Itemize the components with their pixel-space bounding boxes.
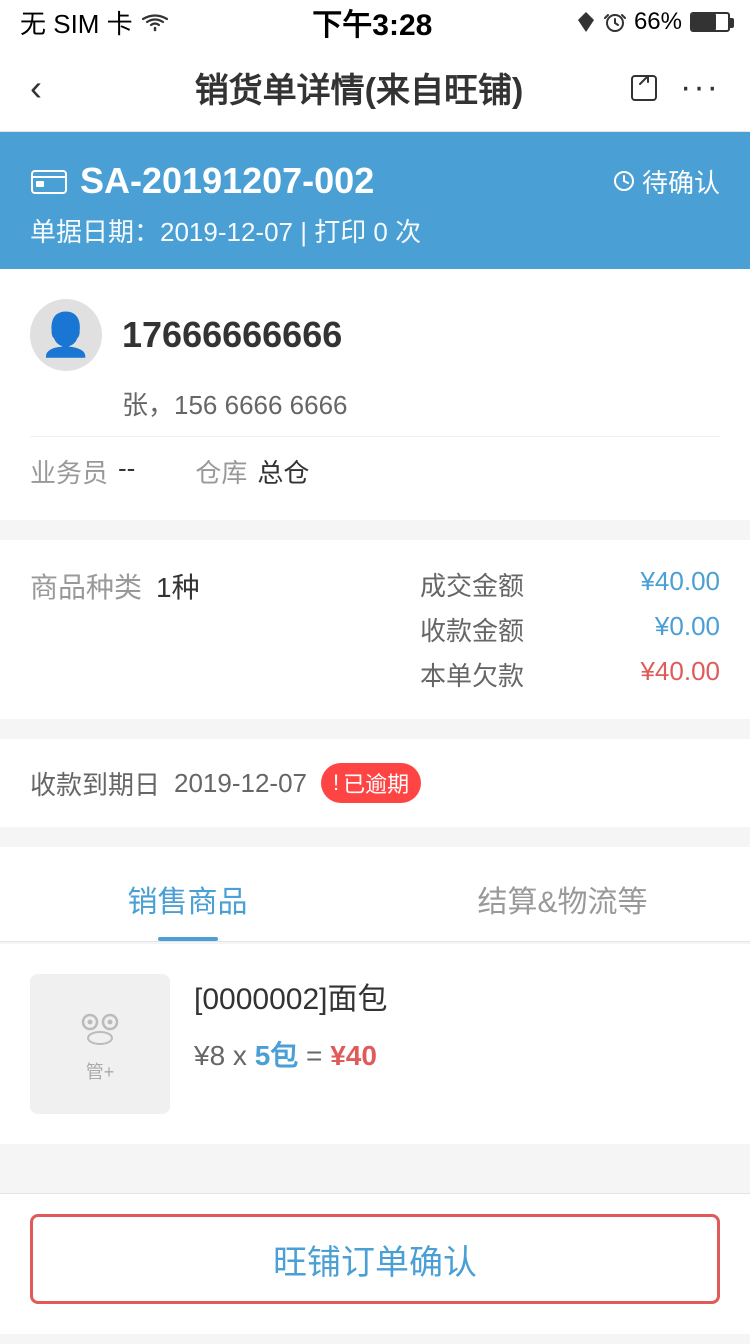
avatar: 👤	[30, 299, 102, 371]
equals-sign: =	[298, 1040, 330, 1071]
status-right: 66%	[576, 8, 730, 36]
battery-icon	[690, 12, 730, 32]
nav-bar: ‹ 销货单详情(来自旺铺) ···	[0, 44, 750, 132]
order-date: 单据日期：2019-12-07 | 打印 0 次	[30, 212, 720, 249]
tab2-label: 结算&物流等	[477, 886, 647, 919]
tabs-section: 销售商品 结算&物流等	[0, 847, 750, 942]
page-title: 销货单详情(来自旺铺)	[195, 63, 524, 112]
overdue-date: 2019-12-07	[174, 768, 307, 799]
amounts: 成交金额 ¥40.00 收款金额 ¥0.00 本单欠款 ¥40.00	[420, 566, 720, 693]
owed-label: 本单欠款	[420, 656, 524, 693]
payment-label: 收款金额	[420, 611, 524, 648]
order-id: SA-20191207-002	[80, 160, 374, 202]
product-type: 商品种类 1种	[30, 566, 200, 606]
payment-value: ¥0.00	[655, 611, 720, 648]
clock-icon	[612, 169, 636, 193]
customer-phone: 17666666666	[122, 314, 342, 356]
warehouse-value: 总仓	[257, 453, 309, 490]
product-item: 管+ [0000002]面包 ¥8 x 5包 = ¥40	[30, 974, 720, 1114]
more-button[interactable]: ···	[680, 68, 720, 107]
product-image: 管+	[30, 974, 170, 1114]
confirm-button-wrapper: 旺铺订单确认	[0, 1193, 750, 1334]
wifi-icon	[141, 12, 169, 32]
order-banner: SA-20191207-002 待确认 单据日期：2019-12-07 | 打印…	[0, 132, 750, 269]
deal-amount-row: 成交金额 ¥40.00	[420, 566, 720, 603]
nav-actions: ···	[628, 68, 720, 107]
payment-row: 收款金额 ¥0.00	[420, 611, 720, 648]
overdue-section: 收款到期日 2019-12-07 ! 已逾期	[0, 739, 750, 827]
exclamation-icon: !	[333, 770, 339, 796]
order-status: 待确认	[612, 163, 720, 200]
status-carrier: 无 SIM 卡	[20, 4, 169, 41]
status-text: 待确认	[642, 163, 720, 200]
salesperson-value: --	[118, 453, 135, 490]
salesperson-label: 业务员	[30, 453, 108, 490]
product-section: 管+ [0000002]面包 ¥8 x 5包 = ¥40	[0, 944, 750, 1144]
price-base: ¥8 x	[194, 1040, 255, 1071]
deal-amount-label: 成交金额	[420, 566, 524, 603]
confirm-button-label: 旺铺订单确认	[273, 1235, 477, 1284]
tabs-row: 销售商品 结算&物流等	[0, 847, 750, 942]
status-time: 下午3:28	[312, 0, 432, 44]
owed-row: 本单欠款 ¥40.00	[420, 656, 720, 693]
overdue-label: 收款到期日	[30, 765, 160, 802]
overdue-badge: ! 已逾期	[321, 763, 421, 803]
product-price: ¥8 x 5包 = ¥40	[194, 1034, 720, 1074]
status-bar: 无 SIM 卡 下午3:28 66%	[0, 0, 750, 44]
total-value: ¥40	[330, 1040, 377, 1071]
owed-value: ¥40.00	[640, 656, 720, 693]
confirm-button[interactable]: 旺铺订单确认	[30, 1214, 720, 1304]
quantity-value: 5包	[255, 1040, 299, 1071]
product-type-label: 商品种类	[30, 566, 142, 606]
person-icon: 👤	[40, 311, 92, 360]
alarm-icon	[604, 11, 626, 33]
customer-meta: 业务员 -- 仓库 总仓	[30, 436, 720, 490]
carrier-text: 无 SIM 卡	[20, 4, 133, 41]
battery-percent: 66%	[634, 8, 682, 36]
warehouse-label: 仓库	[195, 453, 247, 490]
order-icon	[30, 167, 68, 195]
product-info: [0000002]面包 ¥8 x 5包 = ¥40	[194, 974, 720, 1074]
deal-amount-value: ¥40.00	[640, 566, 720, 603]
product-name: [0000002]面包	[194, 974, 720, 1018]
summary-section: 商品种类 1种 成交金额 ¥40.00 收款金额 ¥0.00 本单欠款 ¥40.…	[0, 540, 750, 719]
overdue-text: 已逾期	[343, 767, 409, 799]
tab-settlement[interactable]: 结算&物流等	[375, 847, 750, 941]
tab-sales-products[interactable]: 销售商品	[0, 847, 375, 941]
location-icon	[576, 10, 596, 34]
tab1-label: 销售商品	[128, 886, 248, 919]
product-type-value: 1种	[156, 566, 200, 606]
back-button[interactable]: ‹	[30, 67, 90, 109]
warehouse-item: 仓库 总仓	[195, 453, 309, 490]
product-brand: 管+	[86, 1058, 115, 1084]
salesperson-item: 业务员 --	[30, 453, 135, 490]
share-icon[interactable]	[628, 72, 660, 104]
product-thumbnail-icon	[70, 1004, 130, 1054]
customer-section: 👤 17666666666 张，156 6666 6666 业务员 -- 仓库 …	[0, 269, 750, 520]
customer-name: 张，156 6666 6666	[122, 385, 720, 422]
